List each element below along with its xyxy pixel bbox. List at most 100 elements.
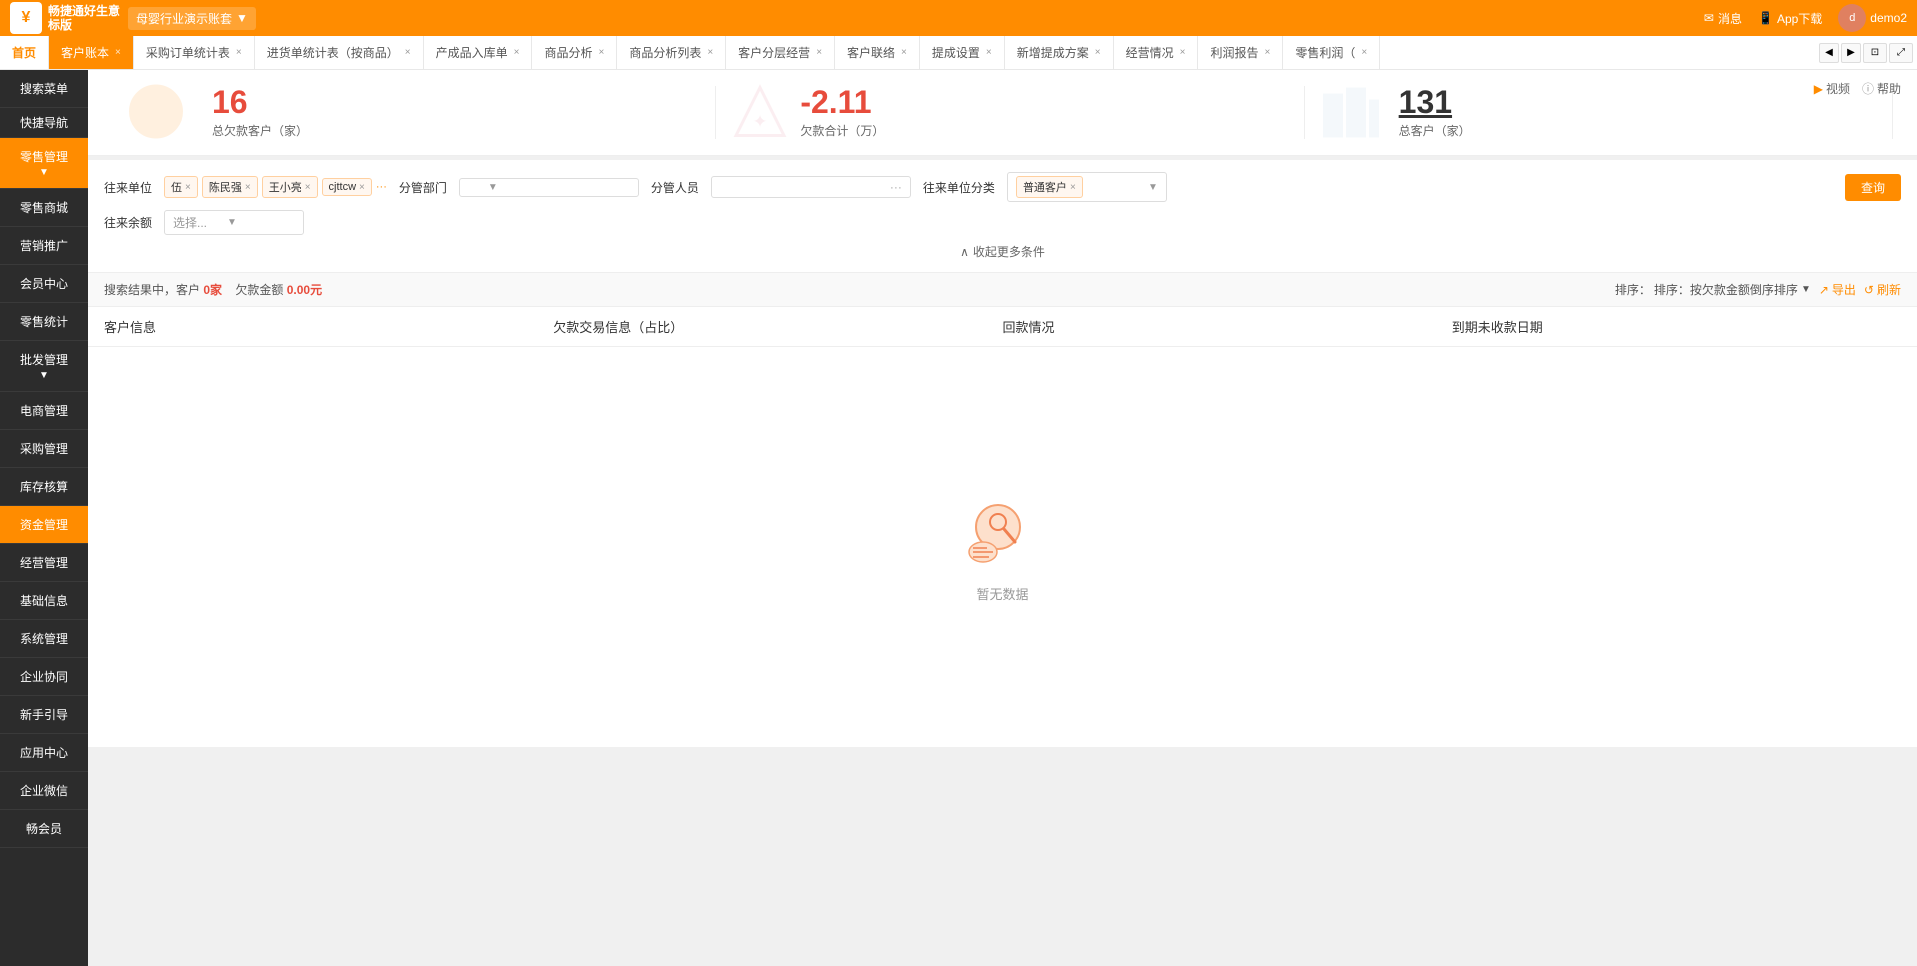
staff-filter-input[interactable]: ··· bbox=[711, 176, 911, 198]
remain-filter-label: 往来余额 bbox=[104, 214, 152, 231]
close-tab-customer-contact[interactable]: × bbox=[901, 47, 907, 58]
tab-customer-book[interactable]: 客户账本 × bbox=[49, 36, 134, 70]
top-bar: ¥ 畅捷通好生意 标版 母婴行业演示账套 ▼ ✉ 消息 📱 App下载 bbox=[0, 0, 1917, 36]
tab-stock-stats[interactable]: 进货单统计表（按商品） × bbox=[255, 36, 424, 70]
tab-goods-analysis[interactable]: 商品分析 × bbox=[532, 36, 617, 70]
tab-customer-contact[interactable]: 客户联络 × bbox=[835, 36, 920, 70]
sidebar-item-ecommerce-mgmt[interactable]: 电商管理 bbox=[0, 392, 88, 430]
stat-total-customers: 131 总客户（家） bbox=[1305, 86, 1893, 139]
close-tab-retail-profit[interactable]: × bbox=[1361, 47, 1367, 58]
sidebar-item-wholesale-mgmt[interactable]: 批发管理 ▼ bbox=[0, 341, 88, 392]
phone-icon: 📱 bbox=[1758, 11, 1773, 25]
export-btn[interactable]: ↗ 导出 bbox=[1819, 281, 1856, 298]
sidebar-item-purchase-mgmt[interactable]: 采购管理 bbox=[0, 430, 88, 468]
query-button[interactable]: 查询 bbox=[1845, 174, 1901, 201]
sidebar-item-retail-mall[interactable]: 零售商城 bbox=[0, 189, 88, 227]
remove-tag-normal-customer[interactable]: × bbox=[1070, 182, 1076, 193]
nav-arrows: ◀ ▶ ⊡ ⤢ bbox=[1815, 43, 1917, 63]
sidebar-quick-nav[interactable]: 快捷导航 bbox=[0, 108, 88, 138]
remain-filter-select[interactable]: 选择... ▼ bbox=[164, 210, 304, 235]
ellipsis-icon: ··· bbox=[890, 180, 902, 194]
table-body: 暂无数据 bbox=[88, 347, 1917, 747]
nav-prev-btn[interactable]: ◀ bbox=[1819, 43, 1839, 63]
sidebar-item-operations-mgmt[interactable]: 经营管理 bbox=[0, 544, 88, 582]
close-tab-customer-tier[interactable]: × bbox=[816, 47, 822, 58]
dept-filter-label: 分管部门 bbox=[399, 179, 447, 196]
close-tab-promotion-settings[interactable]: × bbox=[986, 47, 992, 58]
filter-tags-unit: 伍 × 陈民强 × 王小亮 × cjttcw × bbox=[164, 176, 387, 198]
tab-retail-profit[interactable]: 零售利润（ × bbox=[1283, 36, 1380, 70]
video-help-btn[interactable]: ▶ 视频 bbox=[1814, 80, 1850, 97]
remove-tag-cjttcw[interactable]: × bbox=[359, 182, 365, 193]
table-header: 客户信息 欠款交易信息（占比） 回款情况 到期未收款日期 bbox=[88, 307, 1917, 347]
filter-tag-normal-customer: 普通客户 × bbox=[1016, 176, 1083, 198]
close-tab-stock-stats[interactable]: × bbox=[405, 47, 411, 58]
tab-operations[interactable]: 经营情况 × bbox=[1114, 36, 1199, 70]
nav-fullscreen-btn[interactable]: ⤢ bbox=[1889, 43, 1913, 63]
filter-area: 往来单位 伍 × 陈民强 × 王小亮 × bbox=[88, 160, 1917, 273]
close-tab-product-in[interactable]: × bbox=[514, 47, 520, 58]
close-tab-operations[interactable]: × bbox=[1180, 47, 1186, 58]
close-tab-purchase-order[interactable]: × bbox=[236, 47, 242, 58]
total-customers-value: 131 bbox=[1399, 86, 1471, 118]
help-btn[interactable]: ⓘ 帮助 bbox=[1862, 80, 1901, 97]
message-btn[interactable]: ✉ 消息 bbox=[1704, 10, 1742, 27]
filter-tag-chen: 陈民强 × bbox=[202, 176, 258, 198]
filter-more-btn[interactable]: ··· bbox=[376, 181, 387, 193]
close-tab-customer-book[interactable]: × bbox=[115, 47, 121, 58]
sidebar-item-retail-mgmt[interactable]: 零售管理 ▼ bbox=[0, 138, 88, 189]
stats-row: ¥ 16 总欠款客户（家） ✦ bbox=[88, 70, 1917, 156]
sidebar-item-inventory-check[interactable]: 库存核算 bbox=[0, 468, 88, 506]
app-download-btn[interactable]: 📱 App下载 bbox=[1758, 10, 1822, 27]
tab-customer-tier[interactable]: 客户分层经营 × bbox=[726, 36, 835, 70]
sidebar-item-marketing[interactable]: 营销推广 bbox=[0, 227, 88, 265]
nav-next-btn[interactable]: ▶ bbox=[1841, 43, 1861, 63]
sidebar-item-system-mgmt[interactable]: 系统管理 bbox=[0, 620, 88, 658]
sidebar-search[interactable]: 搜索菜单 bbox=[0, 70, 88, 108]
close-tab-goods-analysis[interactable]: × bbox=[598, 47, 604, 58]
stat-total-debt-amount: ✦ -2.11 欠款合计（万） bbox=[716, 86, 1304, 139]
filter-tag-wang: 王小亮 × bbox=[262, 176, 318, 198]
sidebar-item-app-center[interactable]: 应用中心 bbox=[0, 734, 88, 772]
refresh-btn[interactable]: ↺ 刷新 bbox=[1864, 281, 1901, 298]
export-icon: ↗ bbox=[1819, 283, 1829, 297]
logo-icon: ¥ bbox=[10, 2, 42, 34]
remove-tag-chen[interactable]: × bbox=[245, 182, 251, 193]
sidebar-item-enterprise-wechat[interactable]: 企业微信 bbox=[0, 772, 88, 810]
chevron-down-sort: ▼ bbox=[1801, 284, 1811, 295]
tab-product-in[interactable]: 产成品入库单 × bbox=[424, 36, 533, 70]
unit-category-tags: 普通客户 × bbox=[1016, 176, 1128, 198]
sidebar-item-vip-member[interactable]: 畅会员 bbox=[0, 810, 88, 848]
main-area: 搜索菜单 快捷导航 零售管理 ▼ 零售商城 营销推广 会员中心 零售统计 批 bbox=[0, 70, 1917, 966]
results-bar: 搜索结果中，客户 0家 欠款金额 0.00元 排序： 排序：按欠款金额倒序排序 … bbox=[88, 273, 1917, 307]
remove-tag-wu[interactable]: × bbox=[185, 182, 191, 193]
account-selector[interactable]: 母婴行业演示账套 ▼ bbox=[128, 7, 256, 30]
sidebar-item-finance-mgmt[interactable]: 资金管理 bbox=[0, 506, 88, 544]
remove-tag-wang[interactable]: × bbox=[305, 182, 311, 193]
sidebar-item-enterprise-coop[interactable]: 企业协同 bbox=[0, 658, 88, 696]
tab-profit-report[interactable]: 利润报告 × bbox=[1198, 36, 1283, 70]
sidebar-item-new-guide[interactable]: 新手引导 bbox=[0, 696, 88, 734]
collapse-btn[interactable]: ∧ 收起更多条件 bbox=[104, 243, 1901, 260]
tab-goods-analysis-list[interactable]: 商品分析列表 × bbox=[617, 36, 726, 70]
tab-purchase-order[interactable]: 采购订单统计表 × bbox=[134, 36, 255, 70]
sidebar-item-basic-info[interactable]: 基础信息 bbox=[0, 582, 88, 620]
logo-area: ¥ 畅捷通好生意 标版 bbox=[10, 2, 120, 34]
tab-new-promotion[interactable]: 新增提成方案 × bbox=[1005, 36, 1114, 70]
close-tab-goods-analysis-list[interactable]: × bbox=[707, 47, 713, 58]
total-debt-customers-label: 总欠款客户（家） bbox=[212, 122, 308, 139]
close-tab-profit-report[interactable]: × bbox=[1264, 47, 1270, 58]
nav-expand-btn[interactable]: ⊡ bbox=[1863, 43, 1887, 63]
total-customers-label: 总客户（家） bbox=[1399, 122, 1471, 139]
sidebar-item-member-center[interactable]: 会员中心 bbox=[0, 265, 88, 303]
sort-btn[interactable]: 排序： 排序：按欠款金额倒序排序 ▼ bbox=[1615, 281, 1811, 298]
tab-promotion-settings[interactable]: 提成设置 × bbox=[920, 36, 1005, 70]
close-tab-new-promotion[interactable]: × bbox=[1095, 47, 1101, 58]
unit-category-select[interactable]: 普通客户 × ▼ bbox=[1007, 172, 1167, 202]
results-actions: 排序： 排序：按欠款金额倒序排序 ▼ ↗ 导出 ↺ 刷新 bbox=[1615, 281, 1901, 298]
tab-home[interactable]: 首页 bbox=[0, 36, 49, 70]
results-summary: 搜索结果中，客户 0家 欠款金额 0.00元 bbox=[104, 281, 322, 298]
sidebar-item-retail-stats[interactable]: 零售统计 bbox=[0, 303, 88, 341]
user-avatar-btn[interactable]: d demo2 bbox=[1838, 4, 1907, 32]
dept-filter-select[interactable]: ▼ bbox=[459, 178, 639, 197]
